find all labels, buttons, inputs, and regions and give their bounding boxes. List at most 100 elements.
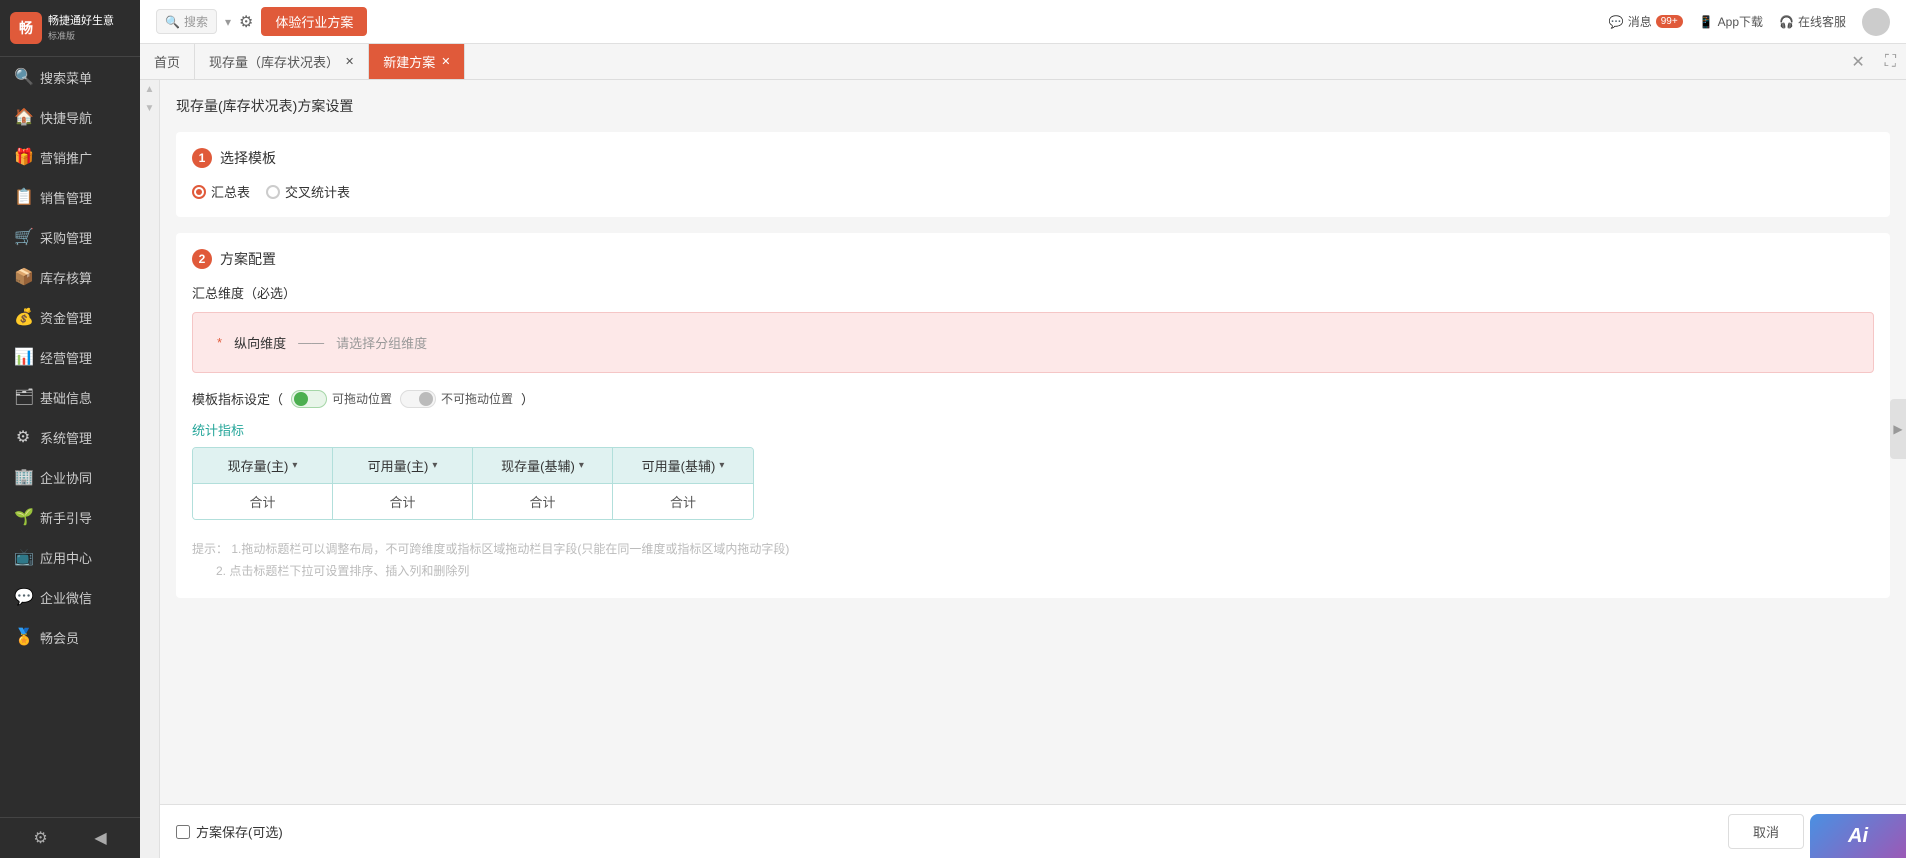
tab-inventory[interactable]: 现存量（库存状况表） ✕ — [195, 44, 369, 79]
sidebar-item-搜索菜单[interactable]: 🔍搜索菜单 — [0, 57, 140, 97]
bottom-bar: 方案保存(可选) 取消 查询 — [160, 804, 1906, 858]
sidebar-item-label: 新手引导 — [40, 508, 92, 527]
sidebar-item-新手引导[interactable]: 🌱新手引导 — [0, 497, 140, 537]
tab-inventory-label: 现存量（库存状况表） — [209, 52, 339, 71]
step2-num: 2 — [192, 249, 212, 269]
tab-new-plan-close-icon[interactable]: ✕ — [441, 55, 450, 68]
trial-btn[interactable]: 体验行业方案 — [261, 7, 367, 36]
sidebar-item-经营管理[interactable]: 📊 经营管理 — [0, 337, 140, 377]
stats-header-cell[interactable]: 现存量(基辅)▾ — [473, 448, 612, 484]
sidebar-item-营销推广[interactable]: 🎁营销推广 — [0, 137, 140, 177]
sidebar-item-label: 畅会员 — [40, 628, 79, 647]
stats-header-col[interactable]: 可用量(主)▾ — [333, 448, 473, 484]
stats-body-col: 合计 — [613, 484, 753, 519]
topbar-settings-icon[interactable]: ⚙ — [239, 12, 253, 32]
sidebar-item-应用中心[interactable]: 📺应用中心 — [0, 537, 140, 577]
nav-icon: 🎁 — [14, 147, 32, 167]
tab-new-plan[interactable]: 新建方案 ✕ — [369, 44, 465, 79]
stats-header-cell[interactable]: 现存量(主)▾ — [193, 448, 332, 484]
sidebar-item-库存核算[interactable]: 📦库存核算 — [0, 257, 140, 297]
save-option: 方案保存(可选) — [176, 822, 283, 841]
stats-col-label: 可用量(主) — [368, 456, 429, 475]
step2-title: 方案配置 — [220, 249, 276, 269]
topbar-chevron-down[interactable]: ▾ — [225, 15, 231, 29]
sidebar-item-快捷导航[interactable]: 🏠快捷导航 — [0, 97, 140, 137]
indicator-setting: 模板指标设定（ 可拖动位置 不可拖动位置 — [192, 389, 1874, 408]
radio-summary-label: 汇总表 — [211, 182, 250, 201]
sidebar-item-基础信息[interactable]: 🗂基础信息 — [0, 377, 140, 417]
sidebar-item-企业微信[interactable]: 💬企业微信 — [0, 577, 140, 617]
nav-icon: 💰 — [14, 307, 32, 327]
dimension-box[interactable]: * 纵向维度 —— 请选择分组维度 — [192, 312, 1874, 373]
topbar-right: 💬 消息 99+ 📱 App下载 🎧 在线客服 — [1609, 8, 1890, 36]
dimension-label: 纵向维度 — [234, 333, 286, 352]
stats-header-col[interactable]: 现存量(基辅)▾ — [473, 448, 613, 484]
app-download-btn[interactable]: 📱 App下载 — [1699, 13, 1763, 30]
step2-section: 2 方案配置 汇总维度（必选） * 纵向维度 —— 请选择分组维度 模板指标设定… — [176, 233, 1890, 598]
sidebar-item-label: 经营管理 — [40, 348, 92, 367]
stats-data-cell: 合计 — [473, 484, 612, 519]
dimension-divider: —— — [298, 335, 324, 350]
save-checkbox[interactable] — [176, 825, 190, 839]
tab-home[interactable]: 首页 — [140, 44, 195, 79]
hint-2: 2. 点击标题栏下拉可设置排序、插入列和删除列 — [192, 561, 1874, 583]
chevron-down-icon: ▾ — [579, 460, 584, 471]
message-icon: 💬 — [1609, 15, 1624, 29]
sidebar-item-销售管理[interactable]: 📋销售管理 — [0, 177, 140, 217]
tab-inventory-close-icon[interactable]: ✕ — [345, 55, 354, 68]
stats-header-cell[interactable]: 可用量(主)▾ — [333, 448, 472, 484]
tab-expand-icon[interactable]: ⛶ — [1875, 53, 1906, 71]
chevron-down-icon: ▾ — [292, 460, 297, 471]
stats-data-cell: 合计 — [333, 484, 472, 519]
radio-cross-dot — [266, 185, 280, 199]
stats-label: 统计指标 — [192, 420, 1874, 439]
sidebar-item-畅会员[interactable]: 🏅畅会员 — [0, 617, 140, 657]
chevron-down-icon: ▾ — [719, 460, 724, 471]
step2-header: 2 方案配置 — [192, 249, 1874, 269]
app-name: 畅捷通好生意 — [48, 14, 114, 28]
non-draggable-toggle-thumb — [419, 392, 433, 406]
cancel-button[interactable]: 取消 — [1728, 814, 1804, 849]
sidebar-item-label: 基础信息 — [40, 388, 92, 407]
sidebar-item-采购管理[interactable]: 🛒采购管理 — [0, 217, 140, 257]
scroll-up-icon[interactable]: ▲ — [141, 80, 159, 99]
save-checkbox-label: 方案保存(可选) — [196, 822, 283, 841]
sidebar-item-企业协同[interactable]: 🏢企业协同 — [0, 457, 140, 497]
sidebar-item-系统管理[interactable]: ⚙系统管理 — [0, 417, 140, 457]
right-panel-icon: ▶ — [1893, 422, 1902, 436]
tab-new-plan-label: 新建方案 — [383, 52, 435, 71]
nav-icon: 🛒 — [14, 227, 32, 247]
right-panel-toggle[interactable]: ▶ — [1890, 399, 1906, 459]
hint-text-wrapper: 提示： 1.拖动标题栏可以调整布局，不可跨维度或指标区域拖动栏目字段(只能在同一… — [192, 539, 1874, 561]
non-draggable-toggle-box[interactable] — [400, 390, 436, 408]
message-btn[interactable]: 💬 消息 99+ — [1609, 13, 1683, 30]
draggable-toggle-box[interactable] — [291, 390, 327, 408]
scroll-down-icon[interactable]: ▼ — [141, 99, 159, 118]
stats-header-col[interactable]: 可用量(基辅)▾ — [613, 448, 753, 484]
stats-header-col[interactable]: 现存量(主)▾ — [193, 448, 333, 484]
collapse-icon[interactable]: ◀ — [94, 828, 106, 848]
search-input[interactable]: 🔍 搜索 — [156, 9, 217, 34]
search-icon: 🔍 — [165, 15, 180, 29]
topbar-scroll-arrows: ▾ — [225, 15, 231, 29]
draggable-toggle[interactable]: 可拖动位置 — [291, 390, 392, 408]
sidebar-item-label: 快捷导航 — [40, 108, 92, 127]
user-avatar[interactable] — [1862, 8, 1890, 36]
sidebar-item-label: 应用中心 — [40, 548, 92, 567]
ai-fab-button[interactable]: Ai — [1810, 814, 1906, 858]
stats-body-col: 合计 — [333, 484, 473, 519]
stats-header-cell[interactable]: 可用量(基辅)▾ — [613, 448, 753, 484]
radio-summary[interactable]: 汇总表 — [192, 182, 250, 201]
non-draggable-toggle[interactable]: 不可拖动位置 — [400, 390, 513, 408]
radio-cross[interactable]: 交叉统计表 — [266, 182, 350, 201]
page-title: 现存量(库存状况表)方案设置 — [176, 96, 1890, 116]
stats-data-cell: 合计 — [613, 484, 753, 519]
draggable-toggle-thumb — [294, 392, 308, 406]
tab-window-close-icon[interactable]: ✕ — [1841, 52, 1874, 72]
nav-icon: 📊 — [14, 347, 32, 367]
nav-icon: 🏢 — [14, 467, 32, 487]
online-service-btn[interactable]: 🎧 在线客服 — [1779, 13, 1846, 30]
sidebar-item-资金管理[interactable]: 💰资金管理 — [0, 297, 140, 337]
non-draggable-label: 不可拖动位置 — [441, 390, 513, 407]
settings-bottom-icon[interactable]: ⚙ — [33, 828, 47, 848]
